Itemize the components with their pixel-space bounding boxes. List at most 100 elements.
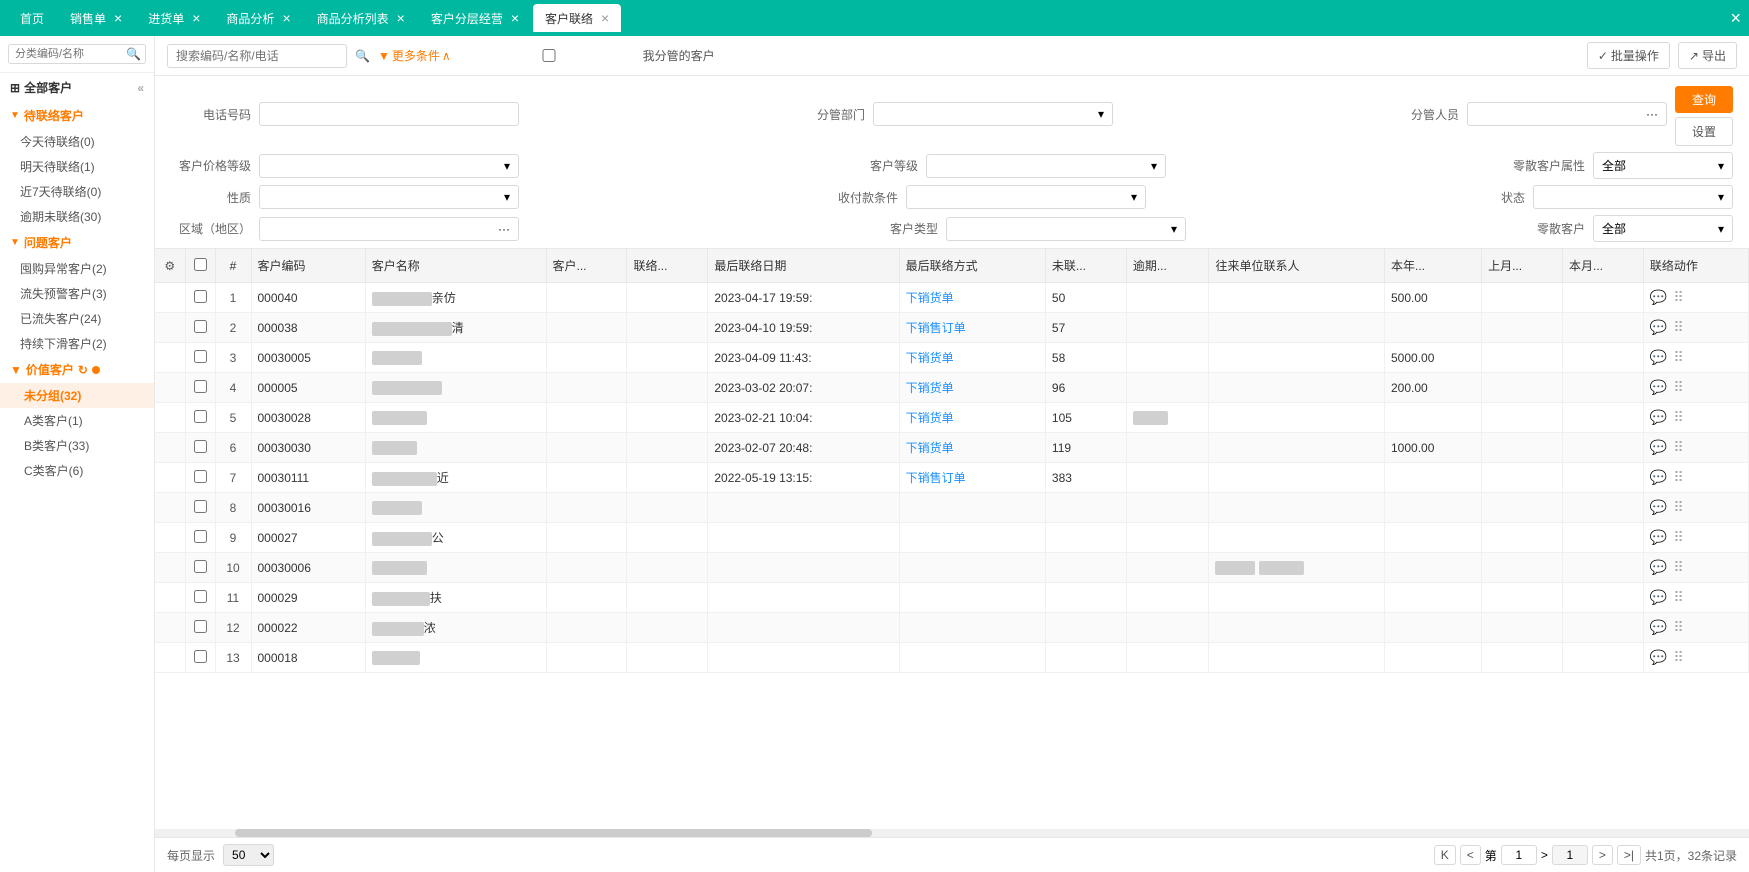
group-value-customers[interactable]: ▼ 价值客户 ↻ [0,356,154,383]
tab-product-analysis-list[interactable]: 商品分析列表 × [305,4,417,32]
grid-action-icon[interactable]: ⠿ [1673,439,1683,456]
td-checkbox[interactable] [185,583,215,613]
chat-icon[interactable]: 💬 [1650,649,1667,666]
chat-icon[interactable]: 💬 [1650,289,1667,306]
sidebar-item-today[interactable]: 今天待联络(0) [0,129,154,154]
chat-icon[interactable]: 💬 [1650,559,1667,576]
row-checkbox[interactable] [194,530,207,543]
tab-sales-order[interactable]: 销售单 × [58,4,134,32]
sidebar-item-7days[interactable]: 近7天待联络(0) [0,179,154,204]
row-checkbox[interactable] [194,560,207,573]
sidebar-search-icon[interactable]: 🔍 [126,47,141,61]
grid-action-icon[interactable]: ⠿ [1673,319,1683,336]
sidebar-item-class-c[interactable]: C类客户(6) [0,458,154,483]
th-checkbox[interactable] [185,249,215,283]
collapse-icon[interactable]: « [137,81,144,95]
home-tab[interactable]: 首页 [8,10,56,27]
chat-icon[interactable]: 💬 [1650,499,1667,516]
chat-icon[interactable]: 💬 [1650,529,1667,546]
td-checkbox[interactable] [185,553,215,583]
prev-page-button[interactable]: < [1460,845,1481,865]
cust-grade-select[interactable]: ▾ [926,154,1166,178]
chat-icon[interactable]: 💬 [1650,349,1667,366]
method-link[interactable]: 下销售订单 [906,321,966,335]
more-conditions-button[interactable]: ▼ 更多条件 ∧ [378,47,451,64]
chat-icon[interactable]: 💬 [1650,589,1667,606]
region-select[interactable]: ··· [259,217,519,241]
tab-product-analysis[interactable]: 商品分析 × [214,4,302,32]
close-icon[interactable]: × [397,10,405,26]
retail-cust-select[interactable]: 全部 ▾ [1593,215,1733,242]
grid-action-icon[interactable]: ⠿ [1673,469,1683,486]
sidebar-item-churned[interactable]: 已流失客户(24) [0,306,154,331]
page-input[interactable] [1501,845,1537,865]
status-select[interactable]: ▾ [1533,185,1733,209]
method-link[interactable]: 下销货单 [906,411,954,425]
method-link[interactable]: 下销货单 [906,351,954,365]
td-checkbox[interactable] [185,523,215,553]
all-customers-item[interactable]: ⊞ 全部客户 « [0,73,154,102]
chat-icon[interactable]: 💬 [1650,619,1667,636]
grid-action-icon[interactable]: ⠿ [1673,349,1683,366]
export-button[interactable]: ↗ 导出 [1678,42,1737,69]
grid-action-icon[interactable]: ⠿ [1673,499,1683,516]
search-icon[interactable]: 🔍 [355,49,370,63]
td-checkbox[interactable] [185,283,215,313]
settings-icon[interactable]: ⚙ [164,259,175,273]
grid-action-icon[interactable]: ⠿ [1673,529,1683,546]
grid-action-icon[interactable]: ⠿ [1673,379,1683,396]
sidebar-item-no-group[interactable]: 未分组(32) [0,383,154,408]
chat-icon[interactable]: 💬 [1650,379,1667,396]
dept-select[interactable]: ▾ [873,102,1113,126]
td-checkbox[interactable] [185,433,215,463]
retail-attr-select[interactable]: 全部 ▾ [1593,152,1733,179]
method-link[interactable]: 下销货单 [906,441,954,455]
sidebar-item-class-b[interactable]: B类客户(33) [0,433,154,458]
row-checkbox[interactable] [194,500,207,513]
manager-select[interactable]: ··· [1467,102,1667,126]
row-checkbox[interactable] [194,350,207,363]
nature-select[interactable]: ▾ [259,185,519,209]
select-all-checkbox[interactable] [194,258,207,271]
page-size-select[interactable]: 50 100 200 [223,844,274,866]
close-icon[interactable]: × [511,10,519,26]
grid-action-icon[interactable]: ⠿ [1673,559,1683,576]
close-all-button[interactable]: × [1730,8,1741,29]
search-input[interactable] [167,44,347,68]
sidebar-item-class-a[interactable]: A类客户(1) [0,408,154,433]
chat-icon[interactable]: 💬 [1650,469,1667,486]
method-link[interactable]: 下销货单 [906,381,954,395]
batch-ops-button[interactable]: ✓ 批量操作 [1587,42,1670,69]
first-page-button[interactable]: K [1434,845,1456,865]
close-icon[interactable]: × [114,10,122,26]
refresh-icon[interactable]: ↻ [78,363,88,377]
sidebar-item-overdue[interactable]: 逾期未联络(30) [0,204,154,229]
cust-type-select[interactable]: ▾ [946,217,1186,241]
sidebar-item-declining[interactable]: 持续下滑客户(2) [0,331,154,356]
sidebar-item-churn-warning[interactable]: 流失预警客户(3) [0,281,154,306]
tab-customer-segmentation[interactable]: 客户分层经营 × [419,4,531,32]
row-checkbox[interactable] [194,650,207,663]
td-checkbox[interactable] [185,643,215,673]
phone-input[interactable] [259,102,519,126]
td-checkbox[interactable] [185,463,215,493]
horizontal-scrollbar[interactable] [155,829,1749,837]
close-icon[interactable]: × [282,10,290,26]
row-checkbox[interactable] [194,620,207,633]
method-link[interactable]: 下销货单 [906,291,954,305]
grid-action-icon[interactable]: ⠿ [1673,649,1683,666]
price-grade-select[interactable]: ▾ [259,154,519,178]
scrollbar-thumb[interactable] [235,829,873,837]
sidebar-item-tomorrow[interactable]: 明天待联络(1) [0,154,154,179]
td-checkbox[interactable] [185,343,215,373]
td-checkbox[interactable] [185,493,215,523]
th-settings[interactable]: ⚙ [155,249,185,283]
payment-select[interactable]: ▾ [906,185,1146,209]
tab-customer-contact[interactable]: 客户联络 × [533,4,621,32]
my-customers-checkbox-label[interactable]: 我分管的客户 [459,47,715,64]
close-icon[interactable]: × [192,10,200,26]
sidebar-item-abnormal-hoarding[interactable]: 囤购异常客户(2) [0,256,154,281]
query-button[interactable]: 查询 [1675,86,1733,113]
row-checkbox[interactable] [194,320,207,333]
method-link[interactable]: 下销售订单 [906,471,966,485]
